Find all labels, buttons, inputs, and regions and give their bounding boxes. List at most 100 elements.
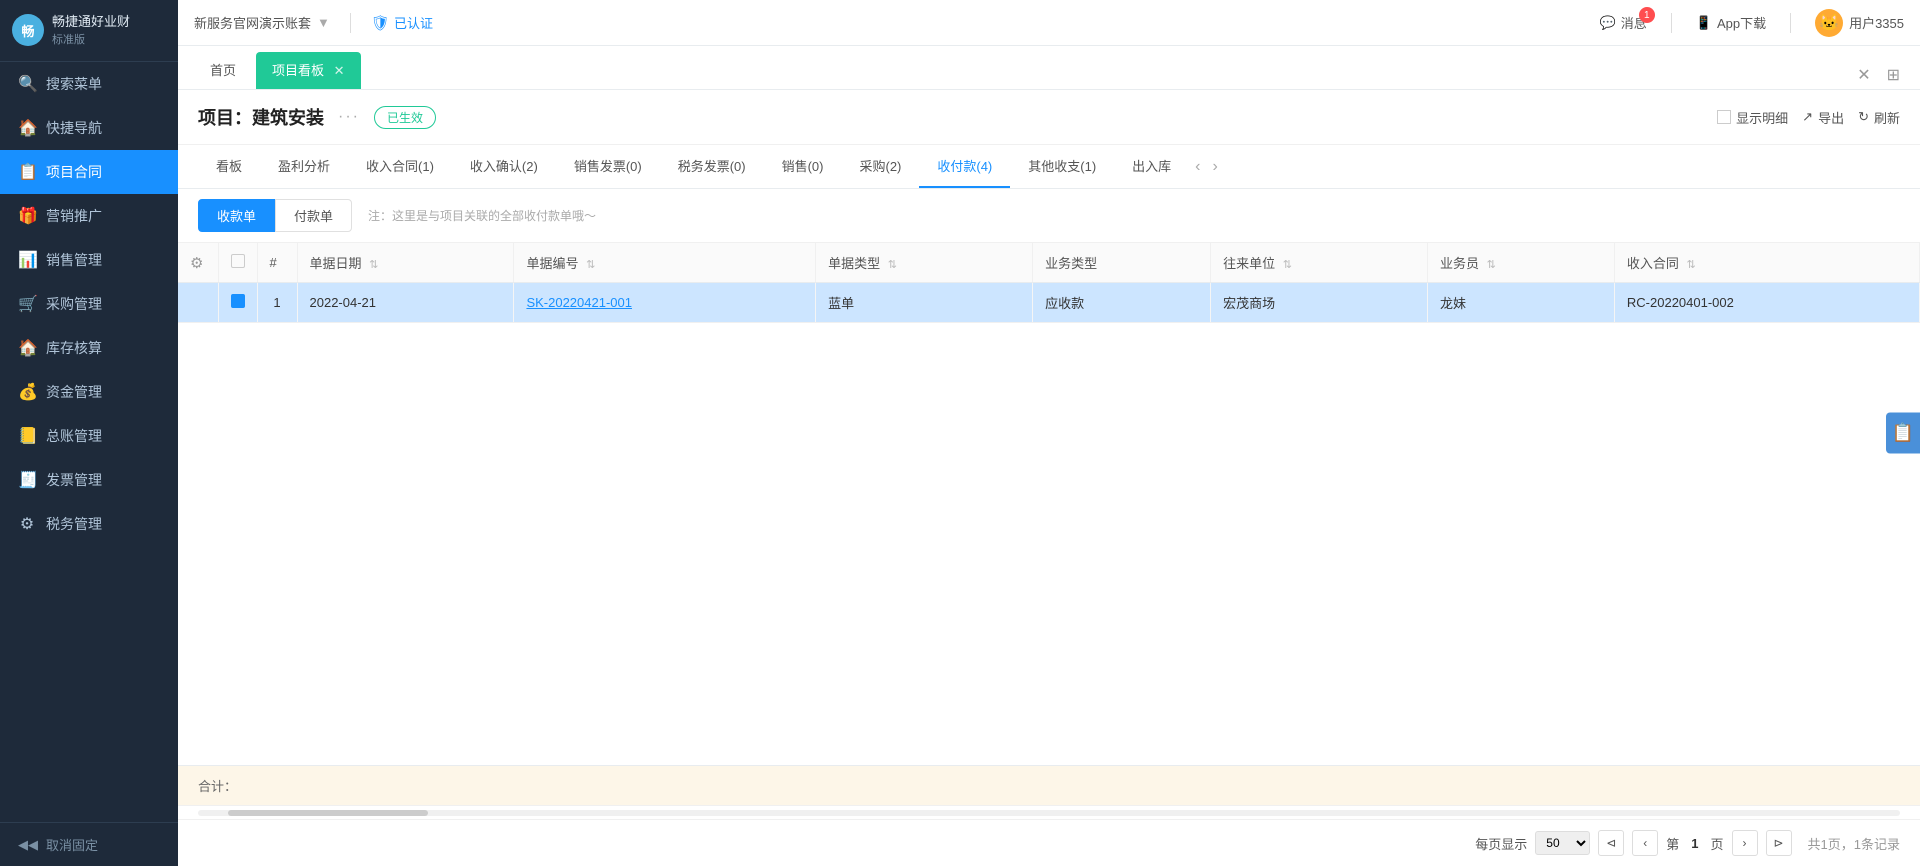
tab-home-label: 首页 [210, 63, 236, 78]
col-date-label: 单据日期 [310, 256, 362, 271]
sidebar-item-search[interactable]: 🔍 搜索菜单 [0, 62, 178, 106]
refresh-button[interactable]: ↻ 刷新 [1858, 108, 1900, 127]
row-type: 蓝单 [828, 296, 854, 311]
scrollbar-track[interactable] [198, 810, 1900, 816]
sidebar-item-search-label: 搜索菜单 [46, 74, 102, 94]
user-name: 用户3355 [1849, 13, 1904, 32]
sidebar-item-ledger[interactable]: 📒 总账管理 [0, 414, 178, 458]
show-detail-action[interactable]: 显示明细 [1717, 108, 1788, 127]
right-float-button[interactable]: 📋 [1886, 413, 1920, 454]
subnav-inout[interactable]: 出入库 [1114, 145, 1189, 188]
show-detail-checkbox[interactable] [1717, 110, 1731, 124]
project-status-badge: 已生效 [374, 106, 436, 129]
subtab-note: 注：这里是与项目关联的全部收付款单哦～ [368, 207, 596, 224]
app-download-button[interactable]: 📱 App下载 [1696, 13, 1766, 32]
scrollbar-thumb[interactable] [228, 810, 428, 816]
tab-close-icon[interactable]: ✕ [334, 63, 345, 78]
tab-home[interactable]: 首页 [194, 52, 252, 89]
sidebar-item-shortcut[interactable]: 🏠 快捷导航 [0, 106, 178, 150]
gift-icon: 🎁 [18, 206, 36, 226]
col-type[interactable]: 单据类型 ⇅ [816, 243, 1033, 283]
header-checkbox[interactable] [231, 254, 245, 268]
subnav-sales-invoice[interactable]: 销售发票(0) [556, 145, 660, 188]
sidebar-item-sales-label: 销售管理 [46, 250, 102, 270]
sidebar-item-purchase[interactable]: 🛒 采购管理 [0, 282, 178, 326]
tab-maximize-icon[interactable]: ⊞ [1883, 61, 1904, 89]
sidebar-item-tax-label: 税务管理 [46, 514, 102, 534]
col-date[interactable]: 单据日期 ⇅ [297, 243, 514, 283]
payment-note-tab[interactable]: 付款单 [275, 199, 352, 232]
sidebar-item-tax[interactable]: ⚙ 税务管理 [0, 502, 178, 546]
row-code-cell[interactable]: SK-20220421-001 [514, 283, 816, 323]
topbar-project-selector[interactable]: 新服务官网演示账套 ▼ [194, 13, 330, 32]
row-contract: RC-20220401-002 [1627, 295, 1734, 310]
subnav-tax-invoice[interactable]: 税务发票(0) [660, 145, 764, 188]
row-checkbox[interactable] [231, 294, 245, 308]
export-button[interactable]: ↗ 导出 [1802, 108, 1844, 127]
subnav-sales[interactable]: 销售(0) [764, 145, 842, 188]
subnav-kanban[interactable]: 看板 [198, 145, 260, 188]
sidebar-item-marketing[interactable]: 🎁 营销推广 [0, 194, 178, 238]
subnav-next-arrow[interactable]: › [1207, 158, 1224, 176]
subnav-purchase[interactable]: 采购(2) [841, 145, 919, 188]
user-menu[interactable]: 🐱 用户3355 [1815, 9, 1904, 37]
row-staff: 龙妹 [1440, 296, 1466, 311]
pagination: 每页显示 50 20 100 ⊲ ‹ 第 1 页 › ⊳ 共1页，1条记录 [178, 819, 1920, 866]
prev-page-button[interactable]: ‹ [1632, 830, 1658, 856]
sidebar-app-info: 畅捷通好业财 标准版 [52, 14, 130, 47]
col-type-label: 单据类型 [828, 256, 880, 271]
col-code[interactable]: 单据编号 ⇅ [514, 243, 816, 283]
first-page-button[interactable]: ⊲ [1598, 830, 1624, 856]
row-code-link[interactable]: SK-20220421-001 [526, 295, 632, 310]
row-date: 2022-04-21 [310, 295, 377, 310]
sidebar-item-inventory[interactable]: 🏠 库存核算 [0, 326, 178, 370]
project-more-button[interactable]: ··· [338, 108, 360, 126]
page-size-select[interactable]: 50 20 100 [1535, 831, 1590, 855]
col-num: # [257, 243, 297, 283]
last-page-button[interactable]: ⊳ [1766, 830, 1792, 856]
project-name-value: 建筑安装 [252, 108, 324, 128]
horizontal-scrollbar[interactable] [178, 805, 1920, 819]
subnav-kanban-label: 看板 [216, 159, 242, 174]
message-button[interactable]: 💬 消息 1 [1600, 13, 1647, 32]
topbar-divider3 [1790, 13, 1791, 33]
row-partner: 宏茂商场 [1223, 296, 1275, 311]
table-row[interactable]: 1 2022-04-21 SK-20220421-001 蓝单 应收款 [178, 283, 1920, 323]
sidebar-item-marketing-label: 营销推广 [46, 206, 102, 226]
col-contract-label: 收入合同 [1627, 256, 1679, 271]
tab-close-window-icon[interactable]: ✕ [1853, 61, 1874, 89]
row-check-cell[interactable] [218, 283, 257, 323]
sidebar-item-finance[interactable]: 💰 资金管理 [0, 370, 178, 414]
col-code-sort: ⇅ [586, 259, 595, 271]
tabbar: 首页 项目看板 ✕ ✕ ⊞ [178, 46, 1920, 90]
subnav-prev-arrow[interactable]: ‹ [1189, 158, 1206, 176]
subtab-toggle: 收款单 付款单 注：这里是与项目关联的全部收付款单哦～ [178, 189, 1920, 243]
subnav-sales-label: 销售(0) [782, 159, 824, 174]
subnav-other-expense[interactable]: 其他收支(1) [1010, 145, 1114, 188]
sidebar-item-project-contract[interactable]: 📋 项目合同 [0, 150, 178, 194]
sidebar-item-ledger-label: 总账管理 [46, 426, 102, 446]
subnav-income-confirm-label: 收入确认(2) [470, 159, 538, 174]
subnav-income-contract[interactable]: 收入合同(1) [348, 145, 452, 188]
sidebar-item-sales[interactable]: 📊 销售管理 [0, 238, 178, 282]
col-staff[interactable]: 业务员 ⇅ [1428, 243, 1615, 283]
finance-icon: 💰 [18, 382, 36, 402]
receipt-note-tab[interactable]: 收款单 [198, 199, 275, 232]
subnav-receipt[interactable]: 收付款(4) [919, 145, 1010, 188]
subnav-profit[interactable]: 盈利分析 [260, 145, 348, 188]
topbar-divider2 [1671, 13, 1672, 33]
col-contract[interactable]: 收入合同 ⇅ [1614, 243, 1919, 283]
sidebar-item-invoice[interactable]: 🧾 发票管理 [0, 458, 178, 502]
subnav-income-confirm[interactable]: 收入确认(2) [452, 145, 556, 188]
phone-icon: 📱 [1696, 15, 1712, 31]
col-settings[interactable]: ⚙ [178, 243, 218, 283]
tab-project-board[interactable]: 项目看板 ✕ [256, 52, 361, 89]
settings-gear-icon[interactable]: ⚙ [190, 255, 203, 272]
row-staff-cell: 龙妹 [1428, 283, 1615, 323]
next-page-button[interactable]: › [1732, 830, 1758, 856]
sidebar-item-purchase-label: 采购管理 [46, 294, 102, 314]
ledger-icon: 📒 [18, 426, 36, 446]
unpin-button[interactable]: ◀◀ 取消固定 [0, 822, 178, 866]
payment-note-label: 付款单 [294, 209, 333, 224]
col-partner[interactable]: 往来单位 ⇅ [1211, 243, 1428, 283]
